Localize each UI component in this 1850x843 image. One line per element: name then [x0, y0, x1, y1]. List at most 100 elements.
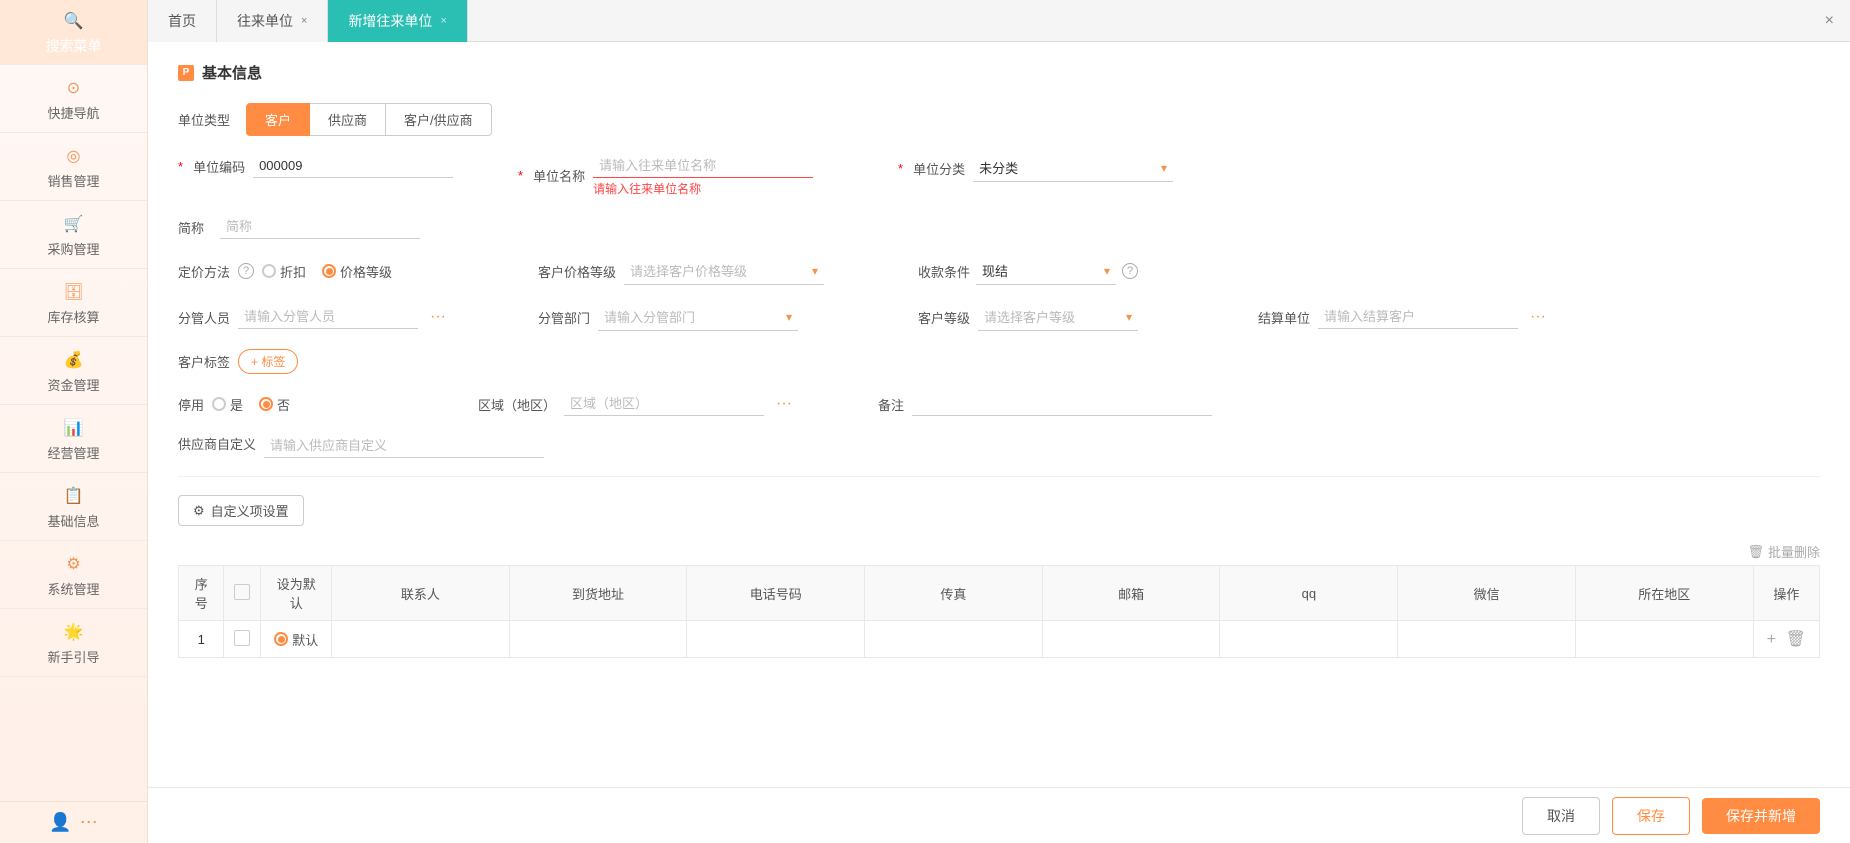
add-row-icon[interactable]: +: [1764, 631, 1779, 648]
price-level-select[interactable]: 请选择客户价格等级 ▾: [624, 257, 824, 285]
address-input[interactable]: [520, 632, 677, 647]
cell-checkbox[interactable]: [224, 621, 261, 658]
form-row-disabled: 停用 是 否 区域（地区） ··· 备注: [178, 392, 1820, 416]
custom-settings-button[interactable]: ⚙ 自定义项设置: [178, 495, 304, 526]
cell-email[interactable]: [1042, 621, 1220, 658]
tab-new-partner-close[interactable]: ×: [440, 15, 446, 27]
sidebar-item-basic-info[interactable]: 📋 基础信息: [0, 473, 147, 541]
settlement-input[interactable]: [1318, 305, 1518, 329]
cancel-button[interactable]: 取消: [1522, 797, 1600, 835]
cell-wechat[interactable]: [1398, 621, 1576, 658]
sidebar-bottom[interactable]: 👤 ⋯: [0, 801, 147, 843]
sidebar-item-guide[interactable]: 🌟 新手引导: [0, 609, 147, 677]
delete-row-icon[interactable]: 🗑: [1783, 631, 1809, 648]
form-row-supplier-custom: 供应商自定义: [178, 434, 1820, 458]
sidebar-item-operations[interactable]: 📊 经营管理: [0, 405, 147, 473]
save-new-button[interactable]: 保存并新增: [1702, 798, 1820, 834]
customer-level-chevron-icon: ▾: [1126, 310, 1132, 324]
guide-icon: 🌟: [63, 621, 85, 643]
sidebar-item-system[interactable]: ⚙ 系统管理: [0, 541, 147, 609]
supplier-custom-input[interactable]: [264, 434, 544, 458]
cell-region[interactable]: [1575, 621, 1753, 658]
tab-partners[interactable]: 往来单位 ×: [217, 0, 328, 42]
form-row-tags: 客户标签 + 标签: [178, 349, 1820, 374]
col-qq: qq: [1220, 566, 1398, 621]
manager-more-icon[interactable]: ···: [426, 308, 450, 326]
radio-disabled-yes[interactable]: 是: [212, 395, 243, 414]
tab-partners-close[interactable]: ×: [301, 15, 307, 27]
sidebar-item-finance[interactable]: 💰 资金管理: [0, 337, 147, 405]
manager-input[interactable]: [238, 305, 418, 329]
payment-value: 现结: [982, 261, 1008, 280]
email-input[interactable]: [1053, 632, 1210, 647]
unit-type-buttons: 客户 供应商 客户/供应商: [246, 103, 492, 136]
short-name-input[interactable]: [220, 215, 420, 239]
unit-btn-supplier[interactable]: 供应商: [310, 103, 386, 136]
unit-category-select[interactable]: 未分类 ▾: [973, 154, 1173, 182]
nav-icon: ⊙: [63, 77, 85, 99]
qq-input[interactable]: [1230, 632, 1387, 647]
cell-contact[interactable]: [331, 621, 509, 658]
unit-name-input[interactable]: [593, 154, 813, 178]
tab-bar: 首页 往来单位 × 新增往来单位 × ×: [148, 0, 1850, 42]
table-row: 1 默认: [179, 621, 1820, 658]
form-row-pricing: 定价方法 ? 折扣 价格等级 客户价格等级 请选择客户价格等级: [178, 257, 1820, 285]
wechat-input[interactable]: [1408, 632, 1565, 647]
set-default-radio[interactable]: 默认: [271, 630, 321, 649]
cell-address[interactable]: [509, 621, 687, 658]
sidebar-item-label: 销售管理: [47, 171, 99, 190]
cell-phone[interactable]: [687, 621, 865, 658]
batch-delete-label[interactable]: 批量删除: [1768, 542, 1820, 561]
customer-level-select[interactable]: 请选择客户等级 ▾: [978, 303, 1138, 331]
section-title: 基本信息: [202, 62, 262, 83]
region-more-icon[interactable]: ···: [772, 395, 796, 413]
unit-code-input[interactable]: [253, 154, 453, 178]
settlement-more-icon[interactable]: ···: [1526, 308, 1550, 326]
region-input[interactable]: [564, 392, 764, 416]
pricing-label: 定价方法: [178, 262, 230, 281]
add-tag-button[interactable]: + 标签: [238, 349, 298, 374]
sidebar-item-label: 库存核算: [47, 307, 99, 326]
tab-new-partner[interactable]: 新增往来单位 ×: [328, 0, 467, 42]
cell-fax[interactable]: [865, 621, 1043, 658]
row-checkbox[interactable]: [234, 630, 250, 646]
fax-input[interactable]: [875, 632, 1032, 647]
cell-qq[interactable]: [1220, 621, 1398, 658]
sidebar-item-sales[interactable]: ◎ 销售管理: [0, 133, 147, 201]
payment-help-icon[interactable]: ?: [1122, 263, 1138, 279]
dept-select[interactable]: 请输入分管部门 ▾: [598, 303, 798, 331]
cell-default[interactable]: 默认: [261, 621, 332, 658]
sidebar-item-search[interactable]: 🔍 搜索菜单: [0, 0, 147, 65]
region-label: 区域（地区）: [478, 395, 556, 414]
sidebar-item-inventory[interactable]: 🗄 库存核算: [0, 269, 147, 337]
remark-input[interactable]: [912, 392, 1212, 416]
unit-btn-both[interactable]: 客户/供应商: [386, 103, 492, 136]
short-name-label: 简称: [178, 218, 204, 237]
cell-index: 1: [179, 621, 224, 658]
unit-btn-customer[interactable]: 客户: [246, 103, 310, 136]
sidebar-dots-icon: ⋯: [80, 812, 98, 833]
purchase-icon: 🛒: [63, 213, 85, 235]
finance-icon: 💰: [63, 349, 85, 371]
unit-name-error: 请输入往来单位名称: [593, 180, 813, 197]
col-checkbox[interactable]: [224, 566, 261, 621]
col-action: 操作: [1753, 566, 1819, 621]
dept-label: 分管部门: [538, 308, 590, 327]
sidebar-item-label: 采购管理: [47, 239, 99, 258]
payment-select[interactable]: 现结 ▾: [976, 257, 1116, 285]
phone-input[interactable]: [697, 632, 854, 647]
radio-price-level[interactable]: 价格等级: [322, 262, 392, 281]
radio-discount[interactable]: 折扣: [262, 262, 306, 281]
pricing-help-icon[interactable]: ?: [238, 263, 254, 279]
sidebar-item-quick-nav[interactable]: ⊙ 快捷导航: [0, 65, 147, 133]
tab-home[interactable]: 首页: [148, 0, 217, 42]
manager-label: 分管人员: [178, 308, 230, 327]
region-cell-input[interactable]: [1586, 632, 1743, 647]
window-close-button[interactable]: ×: [1825, 12, 1850, 30]
contact-input[interactable]: [342, 632, 499, 647]
tags-label: 客户标签: [178, 352, 230, 371]
save-button[interactable]: 保存: [1612, 797, 1690, 835]
radio-disabled-no[interactable]: 否: [259, 395, 290, 414]
select-all-checkbox[interactable]: [234, 584, 250, 600]
sidebar-item-purchase[interactable]: 🛒 采购管理: [0, 201, 147, 269]
